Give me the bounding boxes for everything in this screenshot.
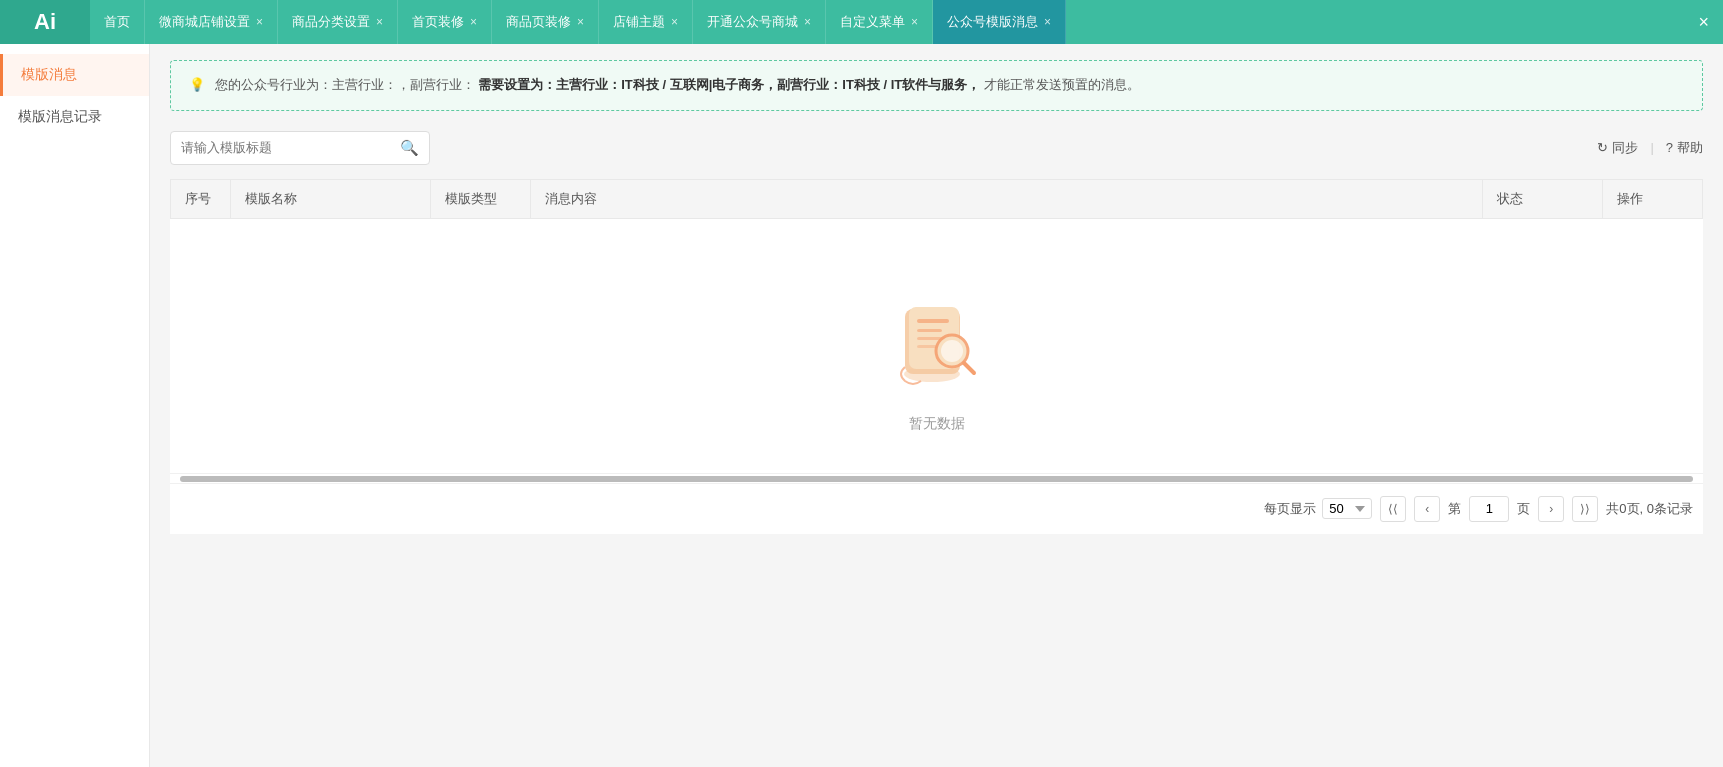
scrollbar-thumb[interactable]: [180, 476, 1693, 482]
page-size-wrapper: 每页显示 50 20 100: [1264, 498, 1372, 519]
svg-line-9: [964, 363, 974, 373]
logo: Ai: [0, 0, 90, 44]
nav-tab-open-shop[interactable]: 开通公众号商城×: [693, 0, 826, 44]
content-area: 💡 您的公众号行业为：主营行业：，副营行业： 需要设置为：主营行业：IT科技 /…: [150, 44, 1723, 767]
col-header-status: 状态: [1483, 179, 1603, 218]
next-page-button[interactable]: ›: [1538, 496, 1564, 522]
svg-rect-6: [917, 345, 937, 348]
first-page-button[interactable]: ⟨⟨: [1380, 496, 1406, 522]
data-table: 序号模版名称模版类型消息内容状态操作: [170, 179, 1703, 473]
header-row: 序号模版名称模版类型消息内容状态操作: [171, 179, 1703, 218]
col-header-type: 模版类型: [431, 179, 531, 218]
sidebar-item-template-log[interactable]: 模版消息记录: [0, 96, 149, 138]
notice-suffix: 才能正常发送预置的消息。: [984, 77, 1140, 92]
close-all-button[interactable]: ×: [1684, 0, 1723, 44]
svg-rect-3: [917, 319, 949, 323]
top-nav: Ai 首页微商城店铺设置×商品分类设置×首页装修×商品页装修×店铺主题×开通公众…: [0, 0, 1723, 44]
sync-icon: ↻: [1597, 140, 1608, 155]
search-input-wrapper[interactable]: 🔍: [170, 131, 430, 165]
nav-tab-category[interactable]: 商品分类设置×: [278, 0, 398, 44]
divider: |: [1650, 140, 1653, 155]
page-number-input[interactable]: [1469, 496, 1509, 522]
close-tab-product-decor[interactable]: ×: [577, 15, 584, 29]
empty-text: 暂无数据: [909, 415, 965, 433]
close-tab-shop-theme[interactable]: ×: [671, 15, 678, 29]
close-tab-category[interactable]: ×: [376, 15, 383, 29]
help-label: 帮助: [1677, 139, 1703, 157]
sync-button[interactable]: ↻ 同步: [1597, 139, 1638, 157]
nav-tab-homepage-decor[interactable]: 首页装修×: [398, 0, 492, 44]
close-tab-custom-menu[interactable]: ×: [911, 15, 918, 29]
table-header: 序号模版名称模版类型消息内容状态操作: [171, 179, 1703, 218]
page-size-label: 每页显示: [1264, 500, 1316, 518]
nav-tabs: 首页微商城店铺设置×商品分类设置×首页装修×商品页装修×店铺主题×开通公众号商城…: [90, 0, 1684, 44]
nav-tab-home[interactable]: 首页: [90, 0, 145, 44]
svg-point-8: [941, 340, 963, 362]
page-label-suf: 页: [1517, 500, 1530, 518]
toolbar-right: ↻ 同步 | ? 帮助: [1597, 139, 1703, 157]
svg-rect-4: [917, 329, 942, 332]
nav-tab-product-decor[interactable]: 商品页装修×: [492, 0, 599, 44]
sidebar-item-template-msg[interactable]: 模版消息: [0, 54, 149, 96]
pagination: 每页显示 50 20 100 ⟨⟨ ‹ 第 页 › ⟩⟩ 共0页, 0条记录: [170, 483, 1703, 534]
empty-state: 暂无数据: [171, 219, 1703, 473]
search-input[interactable]: [181, 140, 400, 155]
sync-label: 同步: [1612, 139, 1638, 157]
notice-banner: 💡 您的公众号行业为：主营行业：，副营行业： 需要设置为：主营行业：IT科技 /…: [170, 60, 1703, 111]
sidebar: 模版消息模版消息记录: [0, 44, 150, 767]
empty-icon: [877, 279, 997, 399]
col-header-name: 模版名称: [231, 179, 431, 218]
close-tab-micro-shop[interactable]: ×: [256, 15, 263, 29]
help-icon: ?: [1666, 140, 1673, 155]
main-layout: 模版消息模版消息记录 💡 您的公众号行业为：主营行业：，副营行业： 需要设置为：…: [0, 44, 1723, 767]
table-body: 暂无数据: [171, 218, 1703, 473]
nav-tab-micro-shop[interactable]: 微商城店铺设置×: [145, 0, 278, 44]
close-tab-homepage-decor[interactable]: ×: [470, 15, 477, 29]
col-header-index: 序号: [171, 179, 231, 218]
notice-icon: 💡: [189, 77, 205, 92]
col-header-action: 操作: [1603, 179, 1703, 218]
total-info: 共0页, 0条记录: [1606, 500, 1693, 518]
search-icon[interactable]: 🔍: [400, 139, 419, 157]
page-size-select[interactable]: 50 20 100: [1322, 498, 1372, 519]
help-button[interactable]: ? 帮助: [1666, 139, 1703, 157]
search-bar: 🔍 ↻ 同步 | ? 帮助: [170, 131, 1703, 165]
nav-tab-custom-menu[interactable]: 自定义菜单×: [826, 0, 933, 44]
close-tab-open-shop[interactable]: ×: [804, 15, 811, 29]
page-label-pre: 第: [1448, 500, 1461, 518]
notice-prefix: 您的公众号行业为：主营行业：，副营行业：: [215, 77, 475, 92]
empty-row: 暂无数据: [171, 218, 1703, 473]
scrollbar-track[interactable]: [170, 473, 1703, 483]
close-tab-template-msg[interactable]: ×: [1044, 15, 1051, 29]
nav-tab-shop-theme[interactable]: 店铺主题×: [599, 0, 693, 44]
last-page-button[interactable]: ⟩⟩: [1572, 496, 1598, 522]
nav-tab-template-msg[interactable]: 公众号模版消息×: [933, 0, 1066, 44]
prev-page-button[interactable]: ‹: [1414, 496, 1440, 522]
notice-highlight: 需要设置为：主营行业：IT科技 / 互联网|电子商务，副营行业：IT科技 / I…: [478, 77, 980, 92]
col-header-content: 消息内容: [531, 179, 1483, 218]
